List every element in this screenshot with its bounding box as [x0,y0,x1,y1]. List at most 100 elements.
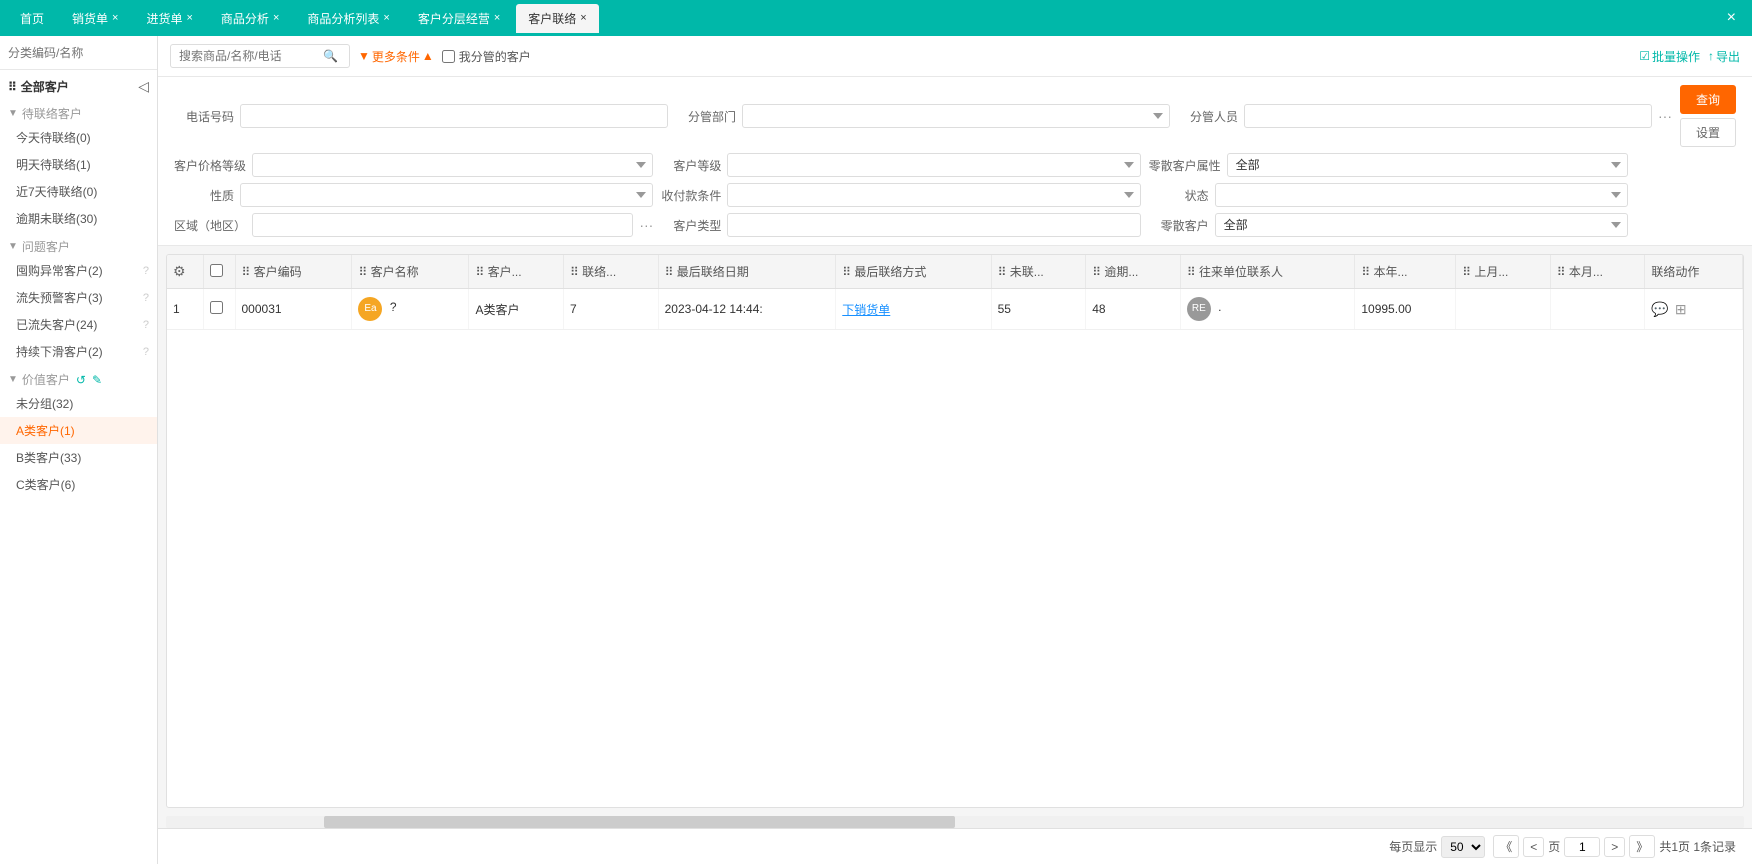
sidebar-group-waiting[interactable]: ▼ 待联络客户 [0,99,157,124]
search-box: 🔍 [170,44,350,68]
nav-home[interactable]: 首页 [8,4,56,33]
more-filters-button[interactable]: ▼ 更多条件 ▲ [358,48,434,65]
data-table: ⚙ ⠿ 客户编码 ⠿ 客户名称 [167,255,1743,330]
help-icon-loss-warning: ? [143,292,149,304]
nav-purchase[interactable]: 进货单 × [134,4,204,33]
manager-more-icon[interactable]: ··· [1658,108,1672,124]
nav-product-analysis[interactable]: 商品分析 × [209,4,291,33]
manager-input[interactable] [1244,104,1652,128]
settings-button[interactable]: 设置 [1680,118,1736,147]
last-contact-method-link[interactable]: 下销货单 [842,303,890,317]
batch-operations-button[interactable]: ☑ 批量操作 [1639,48,1700,65]
page-number-input[interactable] [1564,837,1600,857]
dept-select[interactable] [742,104,1170,128]
sidebar-collapse-icon[interactable]: ◁ [138,78,149,95]
phone-input[interactable] [240,104,668,128]
next-page-button[interactable]: > [1604,837,1625,857]
search-icon[interactable]: 🔍 [323,49,338,63]
sidebar-search-input[interactable] [8,46,158,60]
sidebar-item-abnormal[interactable]: 囤购异常客户(2) ? [0,257,157,284]
sidebar-item-declining[interactable]: 持续下滑客户(2) ? [0,338,157,365]
sidebar-item-today-contact[interactable]: 今天待联络(0) [0,124,157,151]
filter-row-2: 客户价格等级 客户等级 零散客户属性 全部 [174,153,1736,177]
sidebar-item-ungrouped[interactable]: 未分组(32) [0,390,157,417]
row-checkbox[interactable] [210,301,223,314]
nav-product-analysis-list[interactable]: 商品分析列表 × [295,4,401,33]
search-input[interactable] [179,49,319,63]
my-customer-checkbox-container[interactable]: 我分管的客户 [442,48,531,65]
close-customer-segment-tab[interactable]: × [494,12,500,24]
close-sales-tab[interactable]: × [112,12,118,24]
sidebar-all-customers-label[interactable]: ⠿ 全部客户 [8,78,69,95]
edit-groups-icon[interactable]: ✎ [92,373,102,387]
per-page-select[interactable]: 50 [1441,836,1485,858]
per-page-container: 每页显示 50 [1389,836,1485,858]
row-actions: 💬 ⊞ [1645,289,1743,330]
sidebar-item-c-class[interactable]: C类客户(6) [0,471,157,498]
my-customer-checkbox[interactable] [442,50,455,63]
row-this-year: 10995.00 [1355,289,1456,330]
filter-field-dept: 分管部门 [676,104,1170,128]
close-product-list-tab[interactable]: × [383,12,389,24]
customer-level-select[interactable] [727,153,1140,177]
filter-field-payment: 收付款条件 [661,183,1140,207]
sidebar-search-container: 🔍 [0,36,157,70]
payment-select[interactable] [727,183,1140,207]
col-customer-code: ⠿ 客户编码 [235,255,352,289]
nav-customer-segment[interactable]: 客户分层经营 × [406,4,512,33]
last-page-button[interactable]: 》 [1629,835,1655,858]
sidebar-item-overdue-contact[interactable]: 逾期未联络(30) [0,205,157,232]
message-action-icon[interactable]: 💬 [1651,301,1668,318]
sidebar-group-value[interactable]: ▼ 价值客户 ↺ ✎ [0,365,157,390]
sidebar-item-a-class[interactable]: A类客户(1) [0,417,157,444]
export-button[interactable]: ↑ 导出 [1708,48,1740,65]
prev-page-button[interactable]: < [1523,837,1544,857]
column-settings-icon[interactable]: ⚙ [173,263,186,279]
qr-action-icon[interactable]: ⊞ [1675,301,1687,318]
col-actions: 联络动作 [1645,255,1743,289]
col-checkbox [203,255,235,289]
region-more-icon[interactable]: ··· [639,217,653,233]
customer-type-input[interactable] [727,213,1140,237]
close-customer-contact-tab[interactable]: × [580,12,586,24]
horizontal-scrollbar[interactable] [166,816,1744,828]
sidebar-item-7days-contact[interactable]: 近7天待联络(0) [0,178,157,205]
table-row: 1 000031 Ea Ea? A类客户 7 2023-04-12 14:44: [167,289,1743,330]
sidebar-item-loss-warning[interactable]: 流失预警客户(3) ? [0,284,157,311]
status-select[interactable] [1215,183,1628,207]
sidebar-item-tomorrow-contact[interactable]: 明天待联络(1) [0,151,157,178]
region-input[interactable] [252,213,633,237]
col-not-contacted: ⠿ 未联... [991,255,1086,289]
sidebar-group-problem[interactable]: ▼ 问题客户 [0,232,157,257]
window-close-button[interactable]: × [1719,5,1744,31]
col-this-year: ⠿ 本年... [1355,255,1456,289]
help-icon-lost: ? [143,319,149,331]
close-purchase-tab[interactable]: × [186,12,192,24]
action-icons-container: 💬 ⊞ [1651,301,1736,318]
row-contact-person: RE RE .. [1180,289,1355,330]
help-icon-abnormal: ? [143,265,149,277]
close-product-analysis-tab[interactable]: × [273,12,279,24]
table-footer: 每页显示 50 《 < 页 > 》 共1页 1条记录 [158,828,1752,864]
pagination: 《 < 页 > 》 共1页 1条记录 [1493,835,1736,858]
query-button[interactable]: 查询 [1680,85,1736,114]
action-buttons: 查询 设置 [1680,85,1736,147]
refresh-icon[interactable]: ↺ [76,373,86,387]
row-contact-count: 7 [564,289,659,330]
col-contact-count: ⠿ 联络... [564,255,659,289]
filter-row-3: 性质 收付款条件 状态 [174,183,1736,207]
nav-sales[interactable]: 销货单 × [60,4,130,33]
nav-customer-contact[interactable]: 客户联络 × [516,4,598,33]
filter-field-status: 状态 [1149,183,1628,207]
price-level-select[interactable] [252,153,653,177]
retail-customer-select[interactable]: 全部 [1215,213,1628,237]
col-last-contact-date: ⠿ 最后联络日期 [658,255,836,289]
sidebar-item-lost[interactable]: 已流失客户(24) ? [0,311,157,338]
sidebar-item-b-class[interactable]: B类客户(33) [0,444,157,471]
first-page-button[interactable]: 《 [1493,835,1519,858]
select-all-checkbox[interactable] [210,264,223,277]
nature-select[interactable] [240,183,653,207]
data-table-container: ⚙ ⠿ 客户编码 ⠿ 客户名称 [166,254,1744,808]
retail-attr-select[interactable]: 全部 [1227,153,1628,177]
scrollbar-thumb[interactable] [324,816,955,828]
